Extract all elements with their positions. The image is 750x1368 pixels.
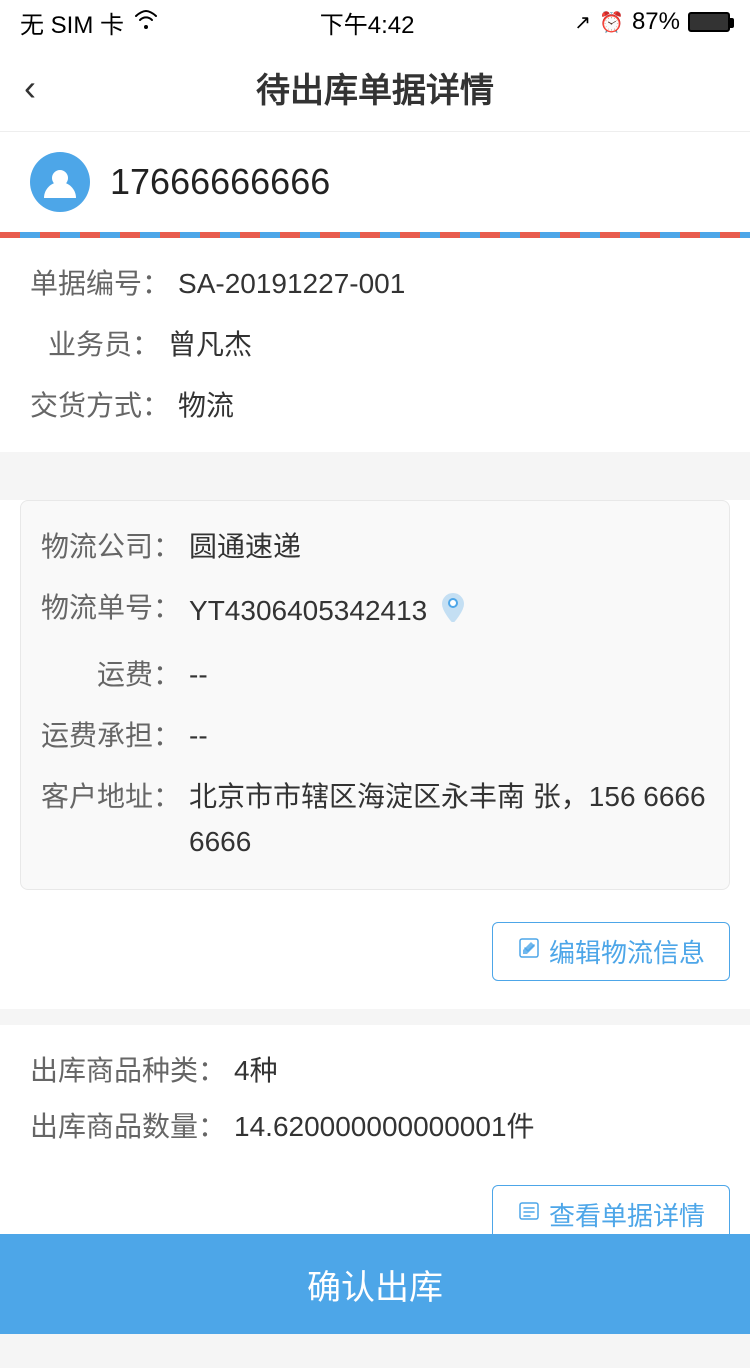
goods-section: 出库商品种类： 4种 出库商品数量： 14.620000000000001件 xyxy=(0,1025,750,1169)
view-detail-label: 查看单据详情 xyxy=(549,1196,705,1233)
avatar xyxy=(30,152,90,212)
delivery-row: 交货方式： 物流 xyxy=(30,384,720,429)
order-no-value: SA-20191227-001 xyxy=(178,262,720,307)
freight-bearer-label: 运费承担： xyxy=(41,714,181,759)
delivery-value: 物流 xyxy=(178,384,720,429)
page-title: 待出库单据详情 xyxy=(256,63,494,112)
freight-label: 运费： xyxy=(41,653,181,698)
order-no-row: 单据编号： SA-20191227-001 xyxy=(30,262,720,307)
address-row: 客户地址： 北京市市辖区海淀区永丰南 张，156 6666 6666 xyxy=(41,775,709,865)
freight-value: -- xyxy=(189,653,709,698)
status-bar: 无 SIM 卡 下午4:42 ↗ ⏰ 87% xyxy=(0,0,750,44)
nav-bar: ‹ 待出库单据详情 xyxy=(0,44,750,132)
logistics-company-value: 圆通速递 xyxy=(189,525,709,570)
confirm-outbound-button[interactable]: 确认出库 xyxy=(0,1234,750,1334)
edit-icon xyxy=(517,936,541,967)
tracking-label: 物流单号： xyxy=(41,586,181,631)
delivery-label: 交货方式： xyxy=(30,384,170,429)
freight-row: 运费： -- xyxy=(41,653,709,698)
battery-icon xyxy=(688,12,730,32)
status-right: ↗ ⏰ 87% xyxy=(574,8,730,36)
logistics-company-row: 物流公司： 圆通速递 xyxy=(41,525,709,570)
edit-btn-label: 编辑物流信息 xyxy=(549,933,705,970)
customer-card: 17666666666 xyxy=(0,132,750,232)
order-no-label: 单据编号： xyxy=(30,262,170,307)
tracking-row: 物流单号： YT4306405342413 xyxy=(41,586,709,637)
goods-quantity-label: 出库商品数量： xyxy=(30,1105,226,1145)
logistics-card: 物流公司： 圆通速递 物流单号： YT4306405342413 xyxy=(20,500,730,889)
freight-bearer-row: 运费承担： -- xyxy=(41,714,709,759)
back-button[interactable]: ‹ xyxy=(24,67,36,109)
confirm-btn-label: 确认出库 xyxy=(307,1260,443,1309)
location-icon[interactable] xyxy=(437,586,469,637)
edit-btn-wrap: 编辑物流信息 xyxy=(0,906,750,1001)
logistics-company-label: 物流公司： xyxy=(41,525,181,570)
status-left: 无 SIM 卡 xyxy=(20,5,160,40)
goods-quantity-value: 14.620000000000001件 xyxy=(234,1105,535,1145)
freight-bearer-value: -- xyxy=(189,714,709,759)
goods-quantity-row: 出库商品数量： 14.620000000000001件 xyxy=(30,1105,720,1145)
battery-text: 87% xyxy=(632,8,680,36)
section-divider-2 xyxy=(0,1009,750,1025)
goods-types-value: 4种 xyxy=(234,1049,278,1089)
gps-icon: ↗ xyxy=(574,10,591,35)
salesman-row: 业务员： 曾凡杰 xyxy=(30,323,720,368)
time-text: 下午4:42 xyxy=(320,5,415,40)
address-value: 北京市市辖区海淀区永丰南 张，156 6666 6666 xyxy=(189,775,709,865)
wifi-icon xyxy=(132,8,160,36)
salesman-label: 业务员： xyxy=(30,323,160,368)
view-detail-icon xyxy=(517,1199,541,1230)
carrier-text: 无 SIM 卡 xyxy=(20,5,124,40)
goods-types-row: 出库商品种类： 4种 xyxy=(30,1049,720,1089)
address-label: 客户地址： xyxy=(41,775,181,820)
edit-logistics-button[interactable]: 编辑物流信息 xyxy=(492,922,730,981)
order-info-section: 单据编号： SA-20191227-001 业务员： 曾凡杰 交货方式： 物流 xyxy=(0,238,750,452)
salesman-value: 曾凡杰 xyxy=(168,323,720,368)
tracking-value: YT4306405342413 xyxy=(189,586,709,637)
content-area: 17666666666 单据编号： SA-20191227-001 业务员： 曾… xyxy=(0,132,750,1368)
customer-phone: 17666666666 xyxy=(110,161,330,203)
section-divider-1 xyxy=(0,468,750,484)
logistics-section: 物流公司： 圆通速递 物流单号： YT4306405342413 xyxy=(0,500,750,1008)
goods-types-label: 出库商品种类： xyxy=(30,1049,226,1089)
alarm-icon: ⏰ xyxy=(599,10,624,35)
